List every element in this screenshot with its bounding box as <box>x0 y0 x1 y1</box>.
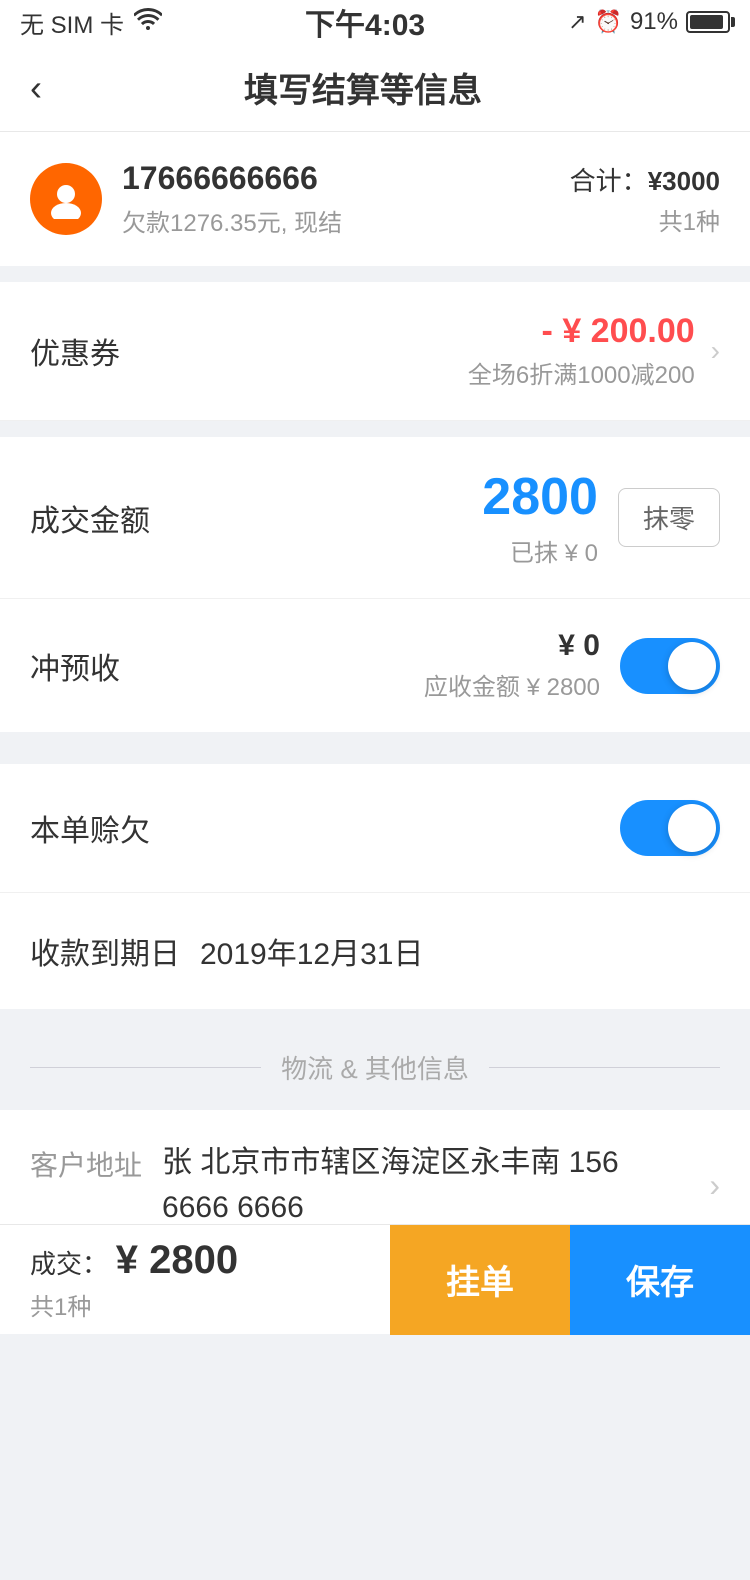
divider-1 <box>0 421 750 437</box>
coupon-arrow-icon: › <box>711 335 720 367</box>
credit-toggle-knob <box>668 804 716 852</box>
wifi-icon <box>134 8 162 37</box>
amount-right: 2800 已抹 ¥ 0 抹零 <box>482 467 720 568</box>
prepay-amount: ¥ 0 <box>424 629 600 663</box>
divider-line-left <box>30 1067 261 1068</box>
credit-toggle[interactable] <box>620 800 720 856</box>
total-label: 合计：¥3000 <box>570 161 720 198</box>
address-content: 张 北京市市辖区海淀区永丰南 156 6666 6666 <box>162 1140 689 1230</box>
status-bar: 无 SIM 卡 下午4:03 ↗ ⏰ 91% <box>0 0 750 44</box>
logistics-section: 物流 & 其他信息 <box>0 1025 750 1110</box>
hang-button[interactable]: 挂单 <box>390 1225 570 1335</box>
customer-right: 合计：¥3000 共1种 <box>570 161 720 237</box>
prepay-right: ¥ 0 应收金额 ¥ 2800 <box>424 629 720 702</box>
prepay-amount-block: ¥ 0 应收金额 ¥ 2800 <box>424 629 600 702</box>
address-label: 客户地址 <box>30 1144 142 1184</box>
deal-row: 成交： ¥ 2800 <box>30 1238 360 1283</box>
coupon-label: 优惠券 <box>30 329 120 373</box>
location-icon: ↗ <box>568 9 586 35</box>
customer-card: 17666666666 欠款1276.35元, 现结 合计：¥3000 共1种 <box>0 132 750 266</box>
back-button[interactable]: ‹ <box>30 67 42 109</box>
total-count: 共1种 <box>570 202 720 237</box>
logistics-label: 物流 & 其他信息 <box>281 1049 469 1086</box>
amount-value: 2800 <box>482 467 598 527</box>
coupon-desc: 全场6折满1000减200 <box>468 355 695 390</box>
status-bar-left: 无 SIM 卡 <box>20 5 162 40</box>
credit-row: 本单赊欠 <box>0 764 750 892</box>
round-button[interactable]: 抹零 <box>618 488 720 547</box>
status-bar-time: 下午4:03 <box>305 0 425 44</box>
prepay-label: 冲预收 <box>30 644 120 688</box>
alarm-icon: ⏰ <box>595 9 622 35</box>
deal-label: 成交： <box>30 1249 108 1279</box>
amount-section: 成交金额 2800 已抹 ¥ 0 抹零 冲预收 ¥ 0 应收金额 ¥ 2800 <box>0 437 750 732</box>
deal-count: 共1种 <box>30 1287 360 1322</box>
avatar <box>30 163 102 235</box>
status-bar-right: ↗ ⏰ 91% <box>568 8 730 36</box>
prepay-sub: 应收金额 ¥ 2800 <box>424 667 600 702</box>
divider-line-right <box>489 1067 720 1068</box>
customer-phone: 17666666666 <box>122 160 342 197</box>
amount-row: 成交金额 2800 已抹 ¥ 0 抹零 <box>0 437 750 599</box>
nav-bar: ‹ 填写结算等信息 <box>0 44 750 132</box>
bottom-summary: 成交： ¥ 2800 共1种 <box>0 1238 390 1322</box>
amount-sub: 已抹 ¥ 0 <box>482 533 598 568</box>
divider-2 <box>0 732 750 748</box>
customer-info: 17666666666 欠款1276.35元, 现结 <box>122 160 342 238</box>
coupon-amount: - ¥ 200.00 <box>468 312 695 351</box>
customer-left: 17666666666 欠款1276.35元, 现结 <box>30 160 342 238</box>
prepay-row: 冲预收 ¥ 0 应收金额 ¥ 2800 <box>0 599 750 732</box>
address-arrow-icon: › <box>709 1167 720 1204</box>
save-button[interactable]: 保存 <box>570 1225 750 1335</box>
bottom-bar: 成交： ¥ 2800 共1种 挂单 保存 <box>0 1224 750 1334</box>
coupon-right: - ¥ 200.00 全场6折满1000减200 › <box>468 312 720 390</box>
battery-icon <box>686 11 730 33</box>
amount-label: 成交金额 <box>30 496 150 540</box>
toggle-knob <box>668 642 716 690</box>
due-date-value: 2019年12月31日 <box>200 929 423 973</box>
due-date-row: 收款到期日 2019年12月31日 <box>0 892 750 1009</box>
content: 17666666666 欠款1276.35元, 现结 合计：¥3000 共1种 … <box>0 132 750 1580</box>
due-date-label: 收款到期日 <box>30 929 180 973</box>
page-title: 填写结算等信息 <box>62 63 664 112</box>
battery-percent: 91% <box>630 8 678 36</box>
carrier-text: 无 SIM 卡 <box>20 5 124 40</box>
credit-label: 本单赊欠 <box>30 806 150 850</box>
prepay-toggle[interactable] <box>620 638 720 694</box>
customer-debt: 欠款1276.35元, 现结 <box>122 203 342 238</box>
coupon-row[interactable]: 优惠券 - ¥ 200.00 全场6折满1000减200 › <box>0 282 750 421</box>
deal-amount: ¥ 2800 <box>116 1238 238 1282</box>
